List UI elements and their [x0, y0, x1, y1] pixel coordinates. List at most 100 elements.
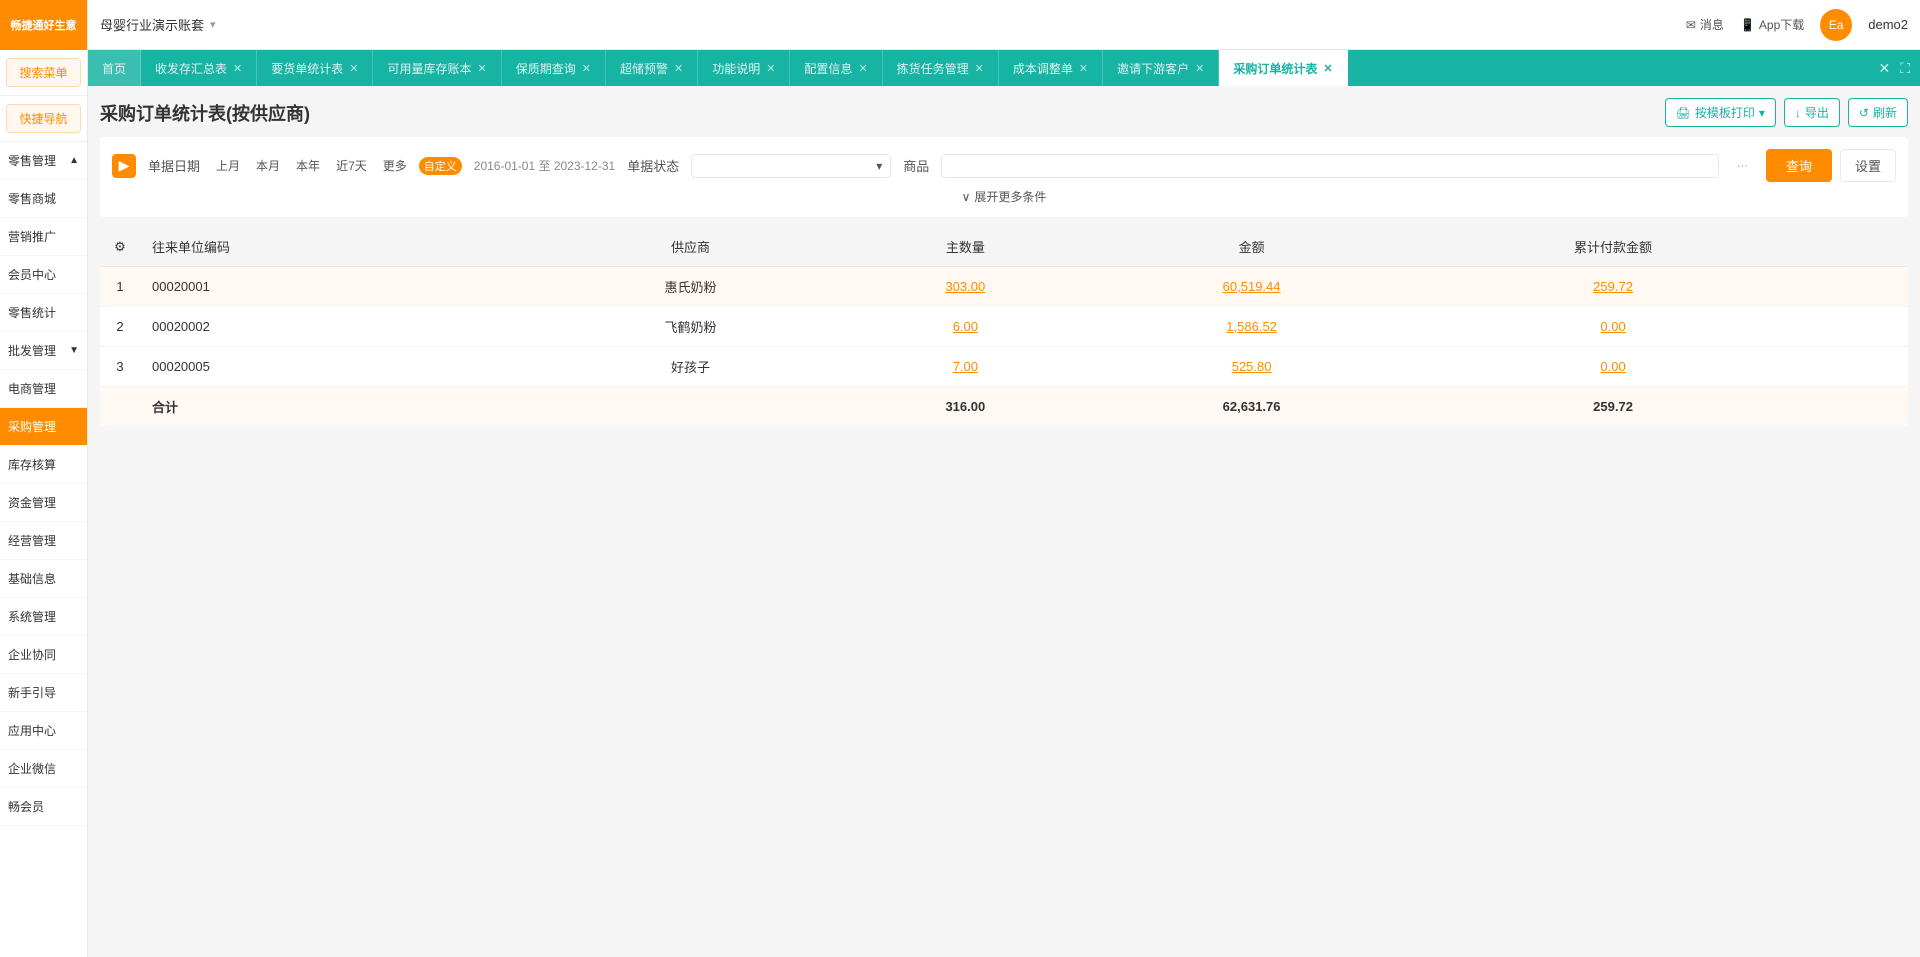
qty-link[interactable]: 303.00 — [945, 279, 985, 294]
export-button[interactable]: ↓ 导出 — [1784, 98, 1840, 127]
qty-link[interactable]: 7.00 — [953, 359, 978, 374]
tab-chenben[interactable]: 成本调整单 ✕ — [999, 50, 1103, 86]
tab-baoyuqi[interactable]: 保质期查询 ✕ — [502, 50, 606, 86]
status-select[interactable]: ▾ — [691, 154, 891, 178]
expand-more-button[interactable]: ∨ 展开更多条件 — [112, 182, 1896, 205]
export-icon: ↓ — [1795, 106, 1801, 120]
sidebar-item-label: 采购管理 — [8, 418, 56, 435]
sidebar-item-retailstat[interactable]: 零售统计 — [0, 294, 87, 332]
sidebar-item-purchase[interactable]: 采购管理 — [0, 408, 87, 446]
td-empty — [1814, 267, 1908, 307]
table-row: 2 00020002 飞鹤奶粉 6.00 1,586.52 0.00 — [100, 307, 1908, 347]
td-supplier: 飞鹤奶粉 — [541, 307, 840, 347]
status-select-arrow: ▾ — [876, 159, 882, 173]
tab-close-icon[interactable]: ✕ — [975, 62, 984, 75]
goods-search-input[interactable] — [941, 154, 1719, 178]
filter-toggle-button[interactable]: ▶ — [112, 154, 136, 178]
paid-link[interactable]: 0.00 — [1600, 319, 1625, 334]
tab-paihuorenwu[interactable]: 拣货任务管理 ✕ — [883, 50, 999, 86]
sidebar-item-label: 应用中心 — [8, 722, 56, 739]
td-no: 1 — [100, 267, 140, 307]
th-supplier: 供应商 — [541, 227, 840, 267]
qty-link[interactable]: 6.00 — [953, 319, 978, 334]
app-download-button[interactable]: 📱 App下载 — [1740, 16, 1804, 33]
message-icon: ✉ — [1686, 18, 1696, 32]
tab-yaocingxiayou[interactable]: 邀请下游客户 ✕ — [1103, 50, 1219, 86]
refresh-button[interactable]: ↺ 刷新 — [1848, 98, 1908, 127]
tab-chaochuyujing[interactable]: 超储预警 ✕ — [606, 50, 698, 86]
search-menu-button[interactable]: 搜索菜单 — [6, 58, 81, 87]
paid-link[interactable]: 0.00 — [1600, 359, 1625, 374]
setting-button[interactable]: 设置 — [1840, 149, 1896, 182]
tabbar: 首页 收发存汇总表 ✕ 要货单统计表 ✕ 可用量库存账本 ✕ 保质期查询 ✕ 超… — [88, 50, 1920, 86]
tab-gongnengshuo[interactable]: 功能说明 ✕ — [698, 50, 790, 86]
sidebar-item-appcenter[interactable]: 应用中心 — [0, 712, 87, 750]
tab-close-icon[interactable]: ✕ — [1079, 62, 1088, 75]
td-qty: 303.00 — [840, 267, 1091, 307]
date-btn-last-month[interactable]: 上月 — [212, 155, 244, 176]
sidebar-item-finance[interactable]: 资金管理 — [0, 484, 87, 522]
page-content: 采购订单统计表(按供应商) 🖨 按模板打印 ▾ ↓ 导出 ↺ 刷新 — [88, 86, 1920, 957]
tab-close-icon[interactable]: ✕ — [233, 62, 242, 75]
sidebar-item-enterprise[interactable]: 企业协同 — [0, 636, 87, 674]
tab-caigoudantongji[interactable]: 采购订单统计表 ✕ — [1219, 50, 1347, 86]
org-selector[interactable]: 母婴行业演示账套 ▾ — [100, 15, 216, 34]
date-btn-this-year[interactable]: 本年 — [292, 155, 324, 176]
footer-qty: 316.00 — [840, 387, 1091, 427]
tab-yaohuodantongji[interactable]: 要货单统计表 ✕ — [257, 50, 373, 86]
sidebar-item-wholesale[interactable]: 批发管理 ▼ — [0, 332, 87, 370]
sidebar-item-label: 新手引导 — [8, 684, 56, 701]
sidebar-item-members[interactable]: 会员中心 — [0, 256, 87, 294]
sidebar-item-label: 经营管理 — [8, 532, 56, 549]
date-btn-7days[interactable]: 近7天 — [332, 155, 371, 176]
th-settings[interactable]: ⚙ — [100, 227, 140, 267]
close-tab-button[interactable]: ✕ — [1878, 60, 1890, 77]
sidebar-item-system[interactable]: 系统管理 — [0, 598, 87, 636]
date-custom-tag[interactable]: 自定义 — [419, 157, 462, 175]
tab-shoufahuizong[interactable]: 收发存汇总表 ✕ — [141, 50, 257, 86]
th-paid: 累计付款金额 — [1413, 227, 1814, 267]
td-paid: 0.00 — [1413, 347, 1814, 387]
amount-link[interactable]: 1,586.52 — [1226, 319, 1277, 334]
tab-close-icon[interactable]: ✕ — [674, 62, 683, 75]
date-btn-more[interactable]: 更多 — [379, 155, 411, 176]
tab-close-icon[interactable]: ✕ — [349, 62, 358, 75]
quicknav-button[interactable]: 快捷导航 — [6, 104, 81, 133]
sidebar-item-retail[interactable]: 零售管理 ▲ — [0, 142, 87, 180]
tab-peizhi[interactable]: 配置信息 ✕ — [790, 50, 882, 86]
tab-home[interactable]: 首页 — [88, 50, 141, 86]
sidebar-item-inventory[interactable]: 库存核算 — [0, 446, 87, 484]
amount-link[interactable]: 525.80 — [1232, 359, 1272, 374]
sidebar-item-marketing[interactable]: 营销推广 — [0, 218, 87, 256]
avatar[interactable]: Ea — [1820, 9, 1852, 41]
tab-keyongliang[interactable]: 可用量库存账本 ✕ — [373, 50, 501, 86]
td-paid: 0.00 — [1413, 307, 1814, 347]
date-range-display: 2016-01-01 至 2023-12-31 — [474, 157, 615, 174]
sidebar-item-membership[interactable]: 畅会员 — [0, 788, 87, 826]
tab-close-icon[interactable]: ✕ — [582, 62, 591, 75]
date-btn-this-month[interactable]: 本月 — [252, 155, 284, 176]
expand-tabs-button[interactable]: ⛶ — [1900, 60, 1910, 77]
tab-home-label: 首页 — [102, 60, 126, 77]
td-amount: 60,519.44 — [1091, 267, 1413, 307]
print-dropdown-icon: ▾ — [1759, 106, 1765, 120]
sidebar-item-label: 畅会员 — [8, 798, 44, 815]
amount-link[interactable]: 60,519.44 — [1223, 279, 1281, 294]
print-button[interactable]: 🖨 按模板打印 ▾ — [1665, 98, 1776, 127]
sidebar-item-wechat[interactable]: 企业微信 — [0, 750, 87, 788]
query-button[interactable]: 查询 — [1766, 149, 1832, 182]
paid-link[interactable]: 259.72 — [1593, 279, 1633, 294]
sidebar-item-newguide[interactable]: 新手引导 — [0, 674, 87, 712]
tab-close-icon[interactable]: ✕ — [1195, 62, 1204, 75]
sidebar-item-basic[interactable]: 基础信息 — [0, 560, 87, 598]
sidebar-item-ecommerce[interactable]: 电商管理 — [0, 370, 87, 408]
message-button[interactable]: ✉ 消息 — [1686, 16, 1724, 33]
tab-close-icon[interactable]: ✕ — [1323, 62, 1332, 75]
sidebar-item-retailshop[interactable]: 零售商城 — [0, 180, 87, 218]
sidebar-item-operation[interactable]: 经营管理 — [0, 522, 87, 560]
username[interactable]: demo2 — [1868, 17, 1908, 32]
more-filters-button[interactable]: ··· — [1731, 158, 1754, 174]
tab-close-icon[interactable]: ✕ — [766, 62, 775, 75]
tab-close-icon[interactable]: ✕ — [478, 62, 487, 75]
tab-close-icon[interactable]: ✕ — [858, 62, 867, 75]
